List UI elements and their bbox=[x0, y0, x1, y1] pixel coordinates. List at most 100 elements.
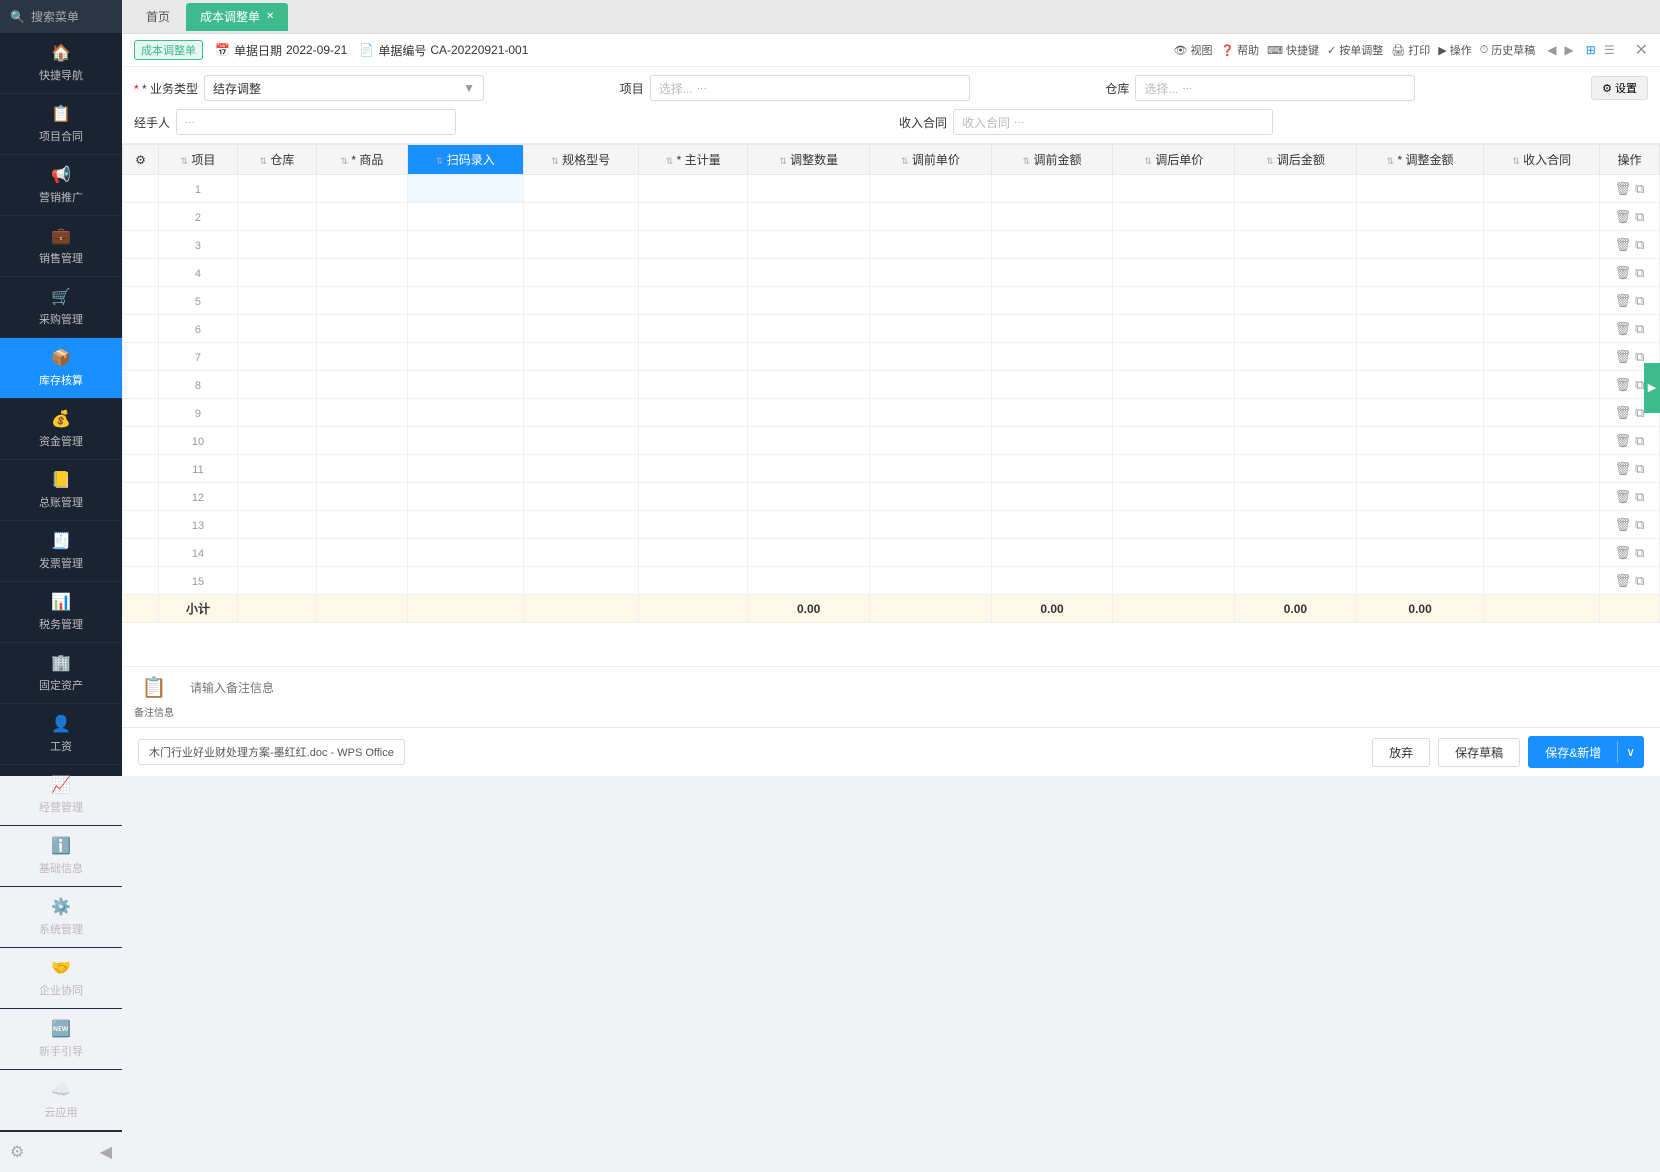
sort-product[interactable]: ⇅ bbox=[341, 156, 349, 166]
row-copy-5[interactable]: ⧉ bbox=[1635, 293, 1644, 309]
cell-product-7[interactable] bbox=[316, 343, 407, 371]
cell-after_amount-3[interactable] bbox=[1235, 231, 1357, 259]
cell-project-11[interactable]: 11 bbox=[159, 455, 238, 483]
toolbar-list-view[interactable]: ☰ bbox=[1604, 43, 1615, 57]
cell-after_unit_price-7[interactable] bbox=[1113, 343, 1235, 371]
cell-spec-11[interactable] bbox=[523, 455, 638, 483]
cell-adj_qty-6[interactable] bbox=[748, 315, 870, 343]
sort-project[interactable]: ⇅ bbox=[181, 156, 189, 166]
row-copy-1[interactable]: ⧉ bbox=[1635, 181, 1644, 197]
biz-type-input[interactable]: 结存调整 ▼ bbox=[204, 75, 484, 101]
cell-spec-9[interactable] bbox=[523, 399, 638, 427]
sort-scan[interactable]: ⇅ bbox=[436, 156, 444, 166]
sidebar-item-inventory[interactable]: 📦 库存核算 bbox=[0, 338, 122, 399]
cell-warehouse-5[interactable] bbox=[237, 287, 316, 315]
right-panel-badge[interactable]: ▶ bbox=[1644, 363, 1660, 413]
cell-adj_qty-8[interactable] bbox=[748, 371, 870, 399]
cell-prev_amount-6[interactable] bbox=[991, 315, 1113, 343]
sidebar-item-basic-info[interactable]: ℹ️ 基础信息 bbox=[0, 826, 122, 887]
cell-unit-13[interactable] bbox=[638, 511, 747, 539]
cell-spec-2[interactable] bbox=[523, 203, 638, 231]
cell-after_unit_price-13[interactable] bbox=[1113, 511, 1235, 539]
cell-unit-7[interactable] bbox=[638, 343, 747, 371]
handler-input[interactable]: ··· bbox=[176, 109, 456, 135]
cell-unit-2[interactable] bbox=[638, 203, 747, 231]
row-delete-2[interactable]: 🗑 bbox=[1615, 209, 1632, 225]
cell-project-5[interactable]: 5 bbox=[159, 287, 238, 315]
cell-prev_amount-9[interactable] bbox=[991, 399, 1113, 427]
cell-scan-10[interactable] bbox=[408, 427, 523, 455]
row-delete-13[interactable]: 🗑 bbox=[1615, 517, 1632, 533]
row-copy-7[interactable]: ⧉ bbox=[1635, 349, 1644, 365]
row-delete-7[interactable]: 🗑 bbox=[1615, 349, 1632, 365]
sidebar-item-ledger-mgmt[interactable]: 📒 总账管理 bbox=[0, 460, 122, 521]
cell-unit-10[interactable] bbox=[638, 427, 747, 455]
cell-prev_amount-1[interactable] bbox=[991, 175, 1113, 203]
cell-warehouse-12[interactable] bbox=[237, 483, 316, 511]
save-new-button[interactable]: 保存&新增 ∨ bbox=[1528, 736, 1644, 768]
cell-adj_amount-3[interactable] bbox=[1356, 231, 1484, 259]
cell-adj_qty-3[interactable] bbox=[748, 231, 870, 259]
cell-prev_amount-2[interactable] bbox=[991, 203, 1113, 231]
cell-product-10[interactable] bbox=[316, 427, 407, 455]
cell-adj_qty-4[interactable] bbox=[748, 259, 870, 287]
income-contract-input[interactable]: 收入合同 ··· bbox=[953, 109, 1273, 135]
sidebar-item-enterprise-coop[interactable]: 🤝 企业协同 bbox=[0, 948, 122, 1009]
toolbar-action-shortcut[interactable]: ⌨快捷键 bbox=[1267, 42, 1319, 58]
cell-adj_amount-8[interactable] bbox=[1356, 371, 1484, 399]
cell-scan-11[interactable] bbox=[408, 455, 523, 483]
col-header-scan[interactable]: ⇅ 扫码录入 bbox=[408, 145, 523, 175]
cell-project-2[interactable]: 2 bbox=[159, 203, 238, 231]
cell-after_unit_price-12[interactable] bbox=[1113, 483, 1235, 511]
cell-product-15[interactable] bbox=[316, 567, 407, 595]
sidebar-item-quick-nav[interactable]: 🏠 快捷导航 bbox=[0, 33, 122, 94]
cell-adj_qty-10[interactable] bbox=[748, 427, 870, 455]
save-draft-button[interactable]: 保存草稿 bbox=[1438, 738, 1520, 767]
sort-warehouse[interactable]: ⇅ bbox=[259, 156, 267, 166]
cell-after_amount-2[interactable] bbox=[1235, 203, 1357, 231]
cell-unit-3[interactable] bbox=[638, 231, 747, 259]
cell-scan-2[interactable] bbox=[408, 203, 523, 231]
cell-adj_qty-9[interactable] bbox=[748, 399, 870, 427]
cell-prev_amount-7[interactable] bbox=[991, 343, 1113, 371]
cell-prev_amount-3[interactable] bbox=[991, 231, 1113, 259]
cell-unit-14[interactable] bbox=[638, 539, 747, 567]
cell-prev_amount-11[interactable] bbox=[991, 455, 1113, 483]
settings-col-icon[interactable]: ⚙ bbox=[135, 153, 146, 167]
sidebar-item-fixed-assets[interactable]: 🏢 固定资产 bbox=[0, 643, 122, 704]
discard-button[interactable]: 放弃 bbox=[1372, 738, 1430, 767]
cell-prev_unit_price-11[interactable] bbox=[870, 455, 992, 483]
cell-prev_unit_price-2[interactable] bbox=[870, 203, 992, 231]
cell-warehouse-2[interactable] bbox=[237, 203, 316, 231]
row-delete-12[interactable]: 🗑 bbox=[1615, 489, 1632, 505]
cell-product-8[interactable] bbox=[316, 371, 407, 399]
sidebar-item-purchase-mgmt[interactable]: 🛒 采购管理 bbox=[0, 277, 122, 338]
cell-project-13[interactable]: 13 bbox=[159, 511, 238, 539]
row-copy-13[interactable]: ⧉ bbox=[1635, 517, 1644, 533]
cell-after_amount-9[interactable] bbox=[1235, 399, 1357, 427]
cell-unit-1[interactable] bbox=[638, 175, 747, 203]
sort-after_unit_price[interactable]: ⇅ bbox=[1144, 156, 1152, 166]
cell-unit-8[interactable] bbox=[638, 371, 747, 399]
cell-adj_qty-2[interactable] bbox=[748, 203, 870, 231]
cell-project-14[interactable]: 14 bbox=[159, 539, 238, 567]
sort-spec[interactable]: ⇅ bbox=[551, 156, 559, 166]
cell-adj_qty-15[interactable] bbox=[748, 567, 870, 595]
cell-warehouse-1[interactable] bbox=[237, 175, 316, 203]
cell-after_amount-1[interactable] bbox=[1235, 175, 1357, 203]
cell-scan-9[interactable] bbox=[408, 399, 523, 427]
cell-prev_amount-13[interactable] bbox=[991, 511, 1113, 539]
settings-icon[interactable]: ⚙ bbox=[10, 1142, 24, 1162]
cell-scan-6[interactable] bbox=[408, 315, 523, 343]
cell-warehouse-9[interactable] bbox=[237, 399, 316, 427]
sidebar-item-new-guide[interactable]: 🆕 新手引导 bbox=[0, 1009, 122, 1070]
cell-project-8[interactable]: 8 bbox=[159, 371, 238, 399]
cell-product-11[interactable] bbox=[316, 455, 407, 483]
cell-warehouse-13[interactable] bbox=[237, 511, 316, 539]
toolbar-action-review[interactable]: ✓按单调整 bbox=[1327, 42, 1383, 58]
sort-prev_amount[interactable]: ⇅ bbox=[1023, 156, 1031, 166]
cell-spec-3[interactable] bbox=[523, 231, 638, 259]
cell-settings-7[interactable] bbox=[123, 343, 159, 371]
cell-spec-7[interactable] bbox=[523, 343, 638, 371]
cell-unit-9[interactable] bbox=[638, 399, 747, 427]
